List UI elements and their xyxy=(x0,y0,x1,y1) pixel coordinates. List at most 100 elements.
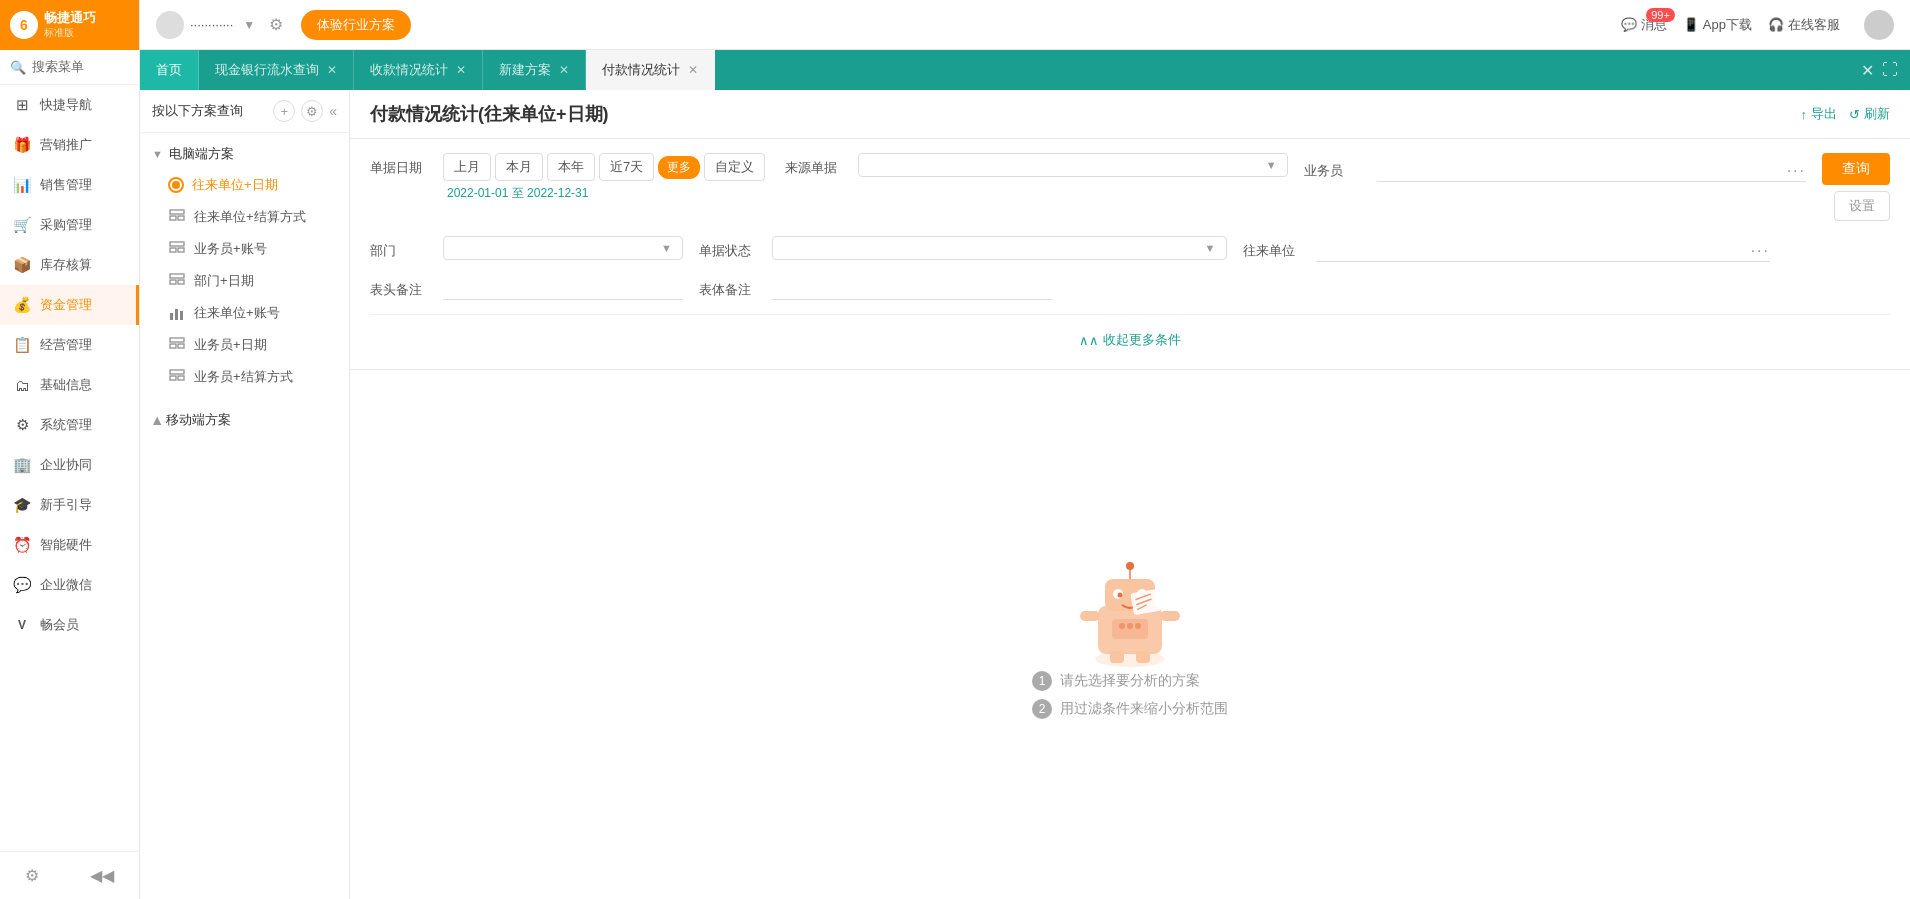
sidebar-item-finance[interactable]: 💰 资金管理 xyxy=(0,285,139,325)
scheme-item-dept-date[interactable]: 部门+日期 xyxy=(140,265,349,297)
table-note-input[interactable] xyxy=(443,274,683,300)
svg-rect-14 xyxy=(178,344,184,348)
robot-illustration xyxy=(1070,551,1190,671)
sales-icon: 📊 xyxy=(12,175,32,195)
add-scheme-btn[interactable]: + xyxy=(273,100,295,122)
user-info[interactable]: ············ xyxy=(156,11,233,39)
scheme-group-mobile-title[interactable]: ▶ 移动端方案 xyxy=(140,405,349,435)
svg-rect-8 xyxy=(178,280,184,284)
date-range-text: 2022-01-01 至 2022-12-31 xyxy=(447,185,765,202)
prev-month-btn[interactable]: 上月 xyxy=(443,153,491,181)
scheme-settings-btn[interactable]: ⚙ xyxy=(301,100,323,122)
app-download-btn[interactable]: 📱 App下载 xyxy=(1683,16,1752,34)
export-btn[interactable]: ↑ 导出 xyxy=(1801,105,1838,123)
svg-rect-27 xyxy=(1080,611,1100,621)
scheme-item-staff-settle[interactable]: 业务员+结算方式 xyxy=(140,361,349,393)
sidebar-item-hardware[interactable]: ⏰ 智能硬件 xyxy=(0,525,139,565)
table-icon-5 xyxy=(168,368,186,386)
user-dropdown-icon[interactable]: ▼ xyxy=(243,18,255,32)
tab-payments[interactable]: 付款情况统计 ✕ xyxy=(586,50,715,90)
tab-new-scheme[interactable]: 新建方案 ✕ xyxy=(483,50,586,90)
scheme-group-mobile: ▶ 移动端方案 xyxy=(140,399,349,441)
custom-btn[interactable]: 自定义 xyxy=(704,153,765,181)
sidebar-item-sales[interactable]: 📊 销售管理 xyxy=(0,165,139,205)
refresh-btn[interactable]: ↺ 刷新 xyxy=(1849,105,1890,123)
sidebar-item-basic-info[interactable]: 🗂 基础信息 xyxy=(0,365,139,405)
collapse-more-btn[interactable]: ∧∧ 收起更多条件 xyxy=(1079,325,1181,355)
scheme-group-desktop: ▼ 电脑端方案 往来单位+日期 往来单位+结算方式 xyxy=(140,133,349,399)
scheme-item-unit-date[interactable]: 往来单位+日期 xyxy=(140,169,349,201)
scheme-item-staff-date[interactable]: 业务员+日期 xyxy=(140,329,349,361)
table-body-note-input[interactable] xyxy=(772,274,1052,300)
source-label: 来源单据 xyxy=(785,153,850,177)
svg-point-32 xyxy=(1135,623,1141,629)
sidebar-item-system[interactable]: ⚙ 系统管理 xyxy=(0,405,139,445)
trial-button[interactable]: 体验行业方案 xyxy=(301,10,411,40)
tab-cash-flow[interactable]: 现金银行流水查询 ✕ xyxy=(199,50,354,90)
sidebar-item-marketing[interactable]: 🎁 营销推广 xyxy=(0,125,139,165)
search-menu[interactable]: 🔍 搜索菜单 xyxy=(0,50,139,85)
tab-cash-flow-close-icon[interactable]: ✕ xyxy=(327,63,337,77)
svg-rect-17 xyxy=(178,376,184,380)
quick-nav-icon: ⊞ xyxy=(12,95,32,115)
doc-status-label: 单据状态 xyxy=(699,236,764,260)
message-btn[interactable]: 💬 消息 99+ xyxy=(1621,16,1667,34)
basic-info-icon: 🗂 xyxy=(12,375,32,395)
refresh-icon: ↺ xyxy=(1849,107,1860,122)
user-avatar xyxy=(156,11,184,39)
doc-status-dropdown-icon: ▼ xyxy=(1205,242,1216,254)
tab-new-scheme-close-icon[interactable]: ✕ xyxy=(559,63,569,77)
staff-dots-btn[interactable]: ... xyxy=(1787,158,1806,176)
query-button[interactable]: 查询 xyxy=(1822,153,1890,185)
last7-btn[interactable]: 近7天 xyxy=(599,153,654,181)
sidebar-item-guide[interactable]: 🎓 新手引导 xyxy=(0,485,139,525)
tab-payments-close-icon[interactable]: ✕ xyxy=(688,63,698,77)
more-btn[interactable]: 更多 xyxy=(658,156,700,179)
tab-receipts-close-icon[interactable]: ✕ xyxy=(456,63,466,77)
topbar: ············ ▼ ⚙ 体验行业方案 💬 消息 99+ 📱 App下载… xyxy=(140,0,1910,50)
topbar-avatar[interactable] xyxy=(1864,10,1894,40)
close-all-tabs-btn[interactable]: ✕ xyxy=(1861,61,1874,80)
source-select[interactable]: ▼ xyxy=(858,153,1287,177)
sidebar-item-inventory[interactable]: 📦 库存核算 xyxy=(0,245,139,285)
sidebar-item-operations[interactable]: 📋 经营管理 xyxy=(0,325,139,365)
scheme-item-unit-account[interactable]: 往来单位+账号 xyxy=(140,297,349,329)
unit-dots-btn[interactable]: ... xyxy=(1751,238,1770,256)
filter-settings-button[interactable]: 设置 xyxy=(1834,191,1890,221)
tab-receipts[interactable]: 收款情况统计 ✕ xyxy=(354,50,483,90)
collapse-sidebar-btn[interactable]: ◀◀ xyxy=(84,860,120,891)
topbar-settings-icon[interactable]: ⚙ xyxy=(269,15,283,34)
table-icon-4 xyxy=(168,336,186,354)
sidebar-item-enterprise[interactable]: 🏢 企业协同 xyxy=(0,445,139,485)
table-body-note-label: 表体备注 xyxy=(699,275,764,299)
maximize-btn[interactable]: ⛶ xyxy=(1882,61,1898,79)
svg-rect-2 xyxy=(178,216,184,220)
svg-rect-15 xyxy=(170,370,184,374)
svg-rect-34 xyxy=(1136,651,1150,663)
sidebar-item-purchase[interactable]: 🛒 采购管理 xyxy=(0,205,139,245)
svg-rect-5 xyxy=(178,248,184,252)
sidebar-item-member[interactable]: V 畅会员 xyxy=(0,605,139,645)
unit-label: 往来单位 xyxy=(1243,236,1308,260)
finance-icon: 💰 xyxy=(12,295,32,315)
doc-status-select[interactable]: ▼ xyxy=(772,236,1227,260)
scheme-group-desktop-title[interactable]: ▼ 电脑端方案 xyxy=(140,139,349,169)
svg-rect-6 xyxy=(170,274,184,278)
scheme-collapse-btn[interactable]: « xyxy=(329,103,337,119)
empty-tip-2: 2 用过滤条件来缩小分析范围 xyxy=(1032,699,1228,719)
collapse-arrow-icon: ∧∧ xyxy=(1079,333,1099,348)
svg-rect-33 xyxy=(1110,651,1124,663)
system-icon: ⚙ xyxy=(12,415,32,435)
this-month-btn[interactable]: 本月 xyxy=(495,153,543,181)
settings-bottom-btn[interactable]: ⚙ xyxy=(19,860,45,891)
dept-select[interactable]: ▼ xyxy=(443,236,683,260)
scheme-item-staff-account[interactable]: 业务员+账号 xyxy=(140,233,349,265)
online-service-btn[interactable]: 🎧 在线客服 xyxy=(1768,16,1840,34)
scheme-item-unit-settle[interactable]: 往来单位+结算方式 xyxy=(140,201,349,233)
sidebar-item-quick-nav[interactable]: ⊞ 快捷导航 xyxy=(0,85,139,125)
svg-rect-13 xyxy=(170,344,176,348)
this-year-btn[interactable]: 本年 xyxy=(547,153,595,181)
sidebar-item-weixin[interactable]: 💬 企业微信 xyxy=(0,565,139,605)
query-actions: 查询 设置 xyxy=(1822,153,1890,221)
tab-home[interactable]: 首页 xyxy=(140,50,199,90)
